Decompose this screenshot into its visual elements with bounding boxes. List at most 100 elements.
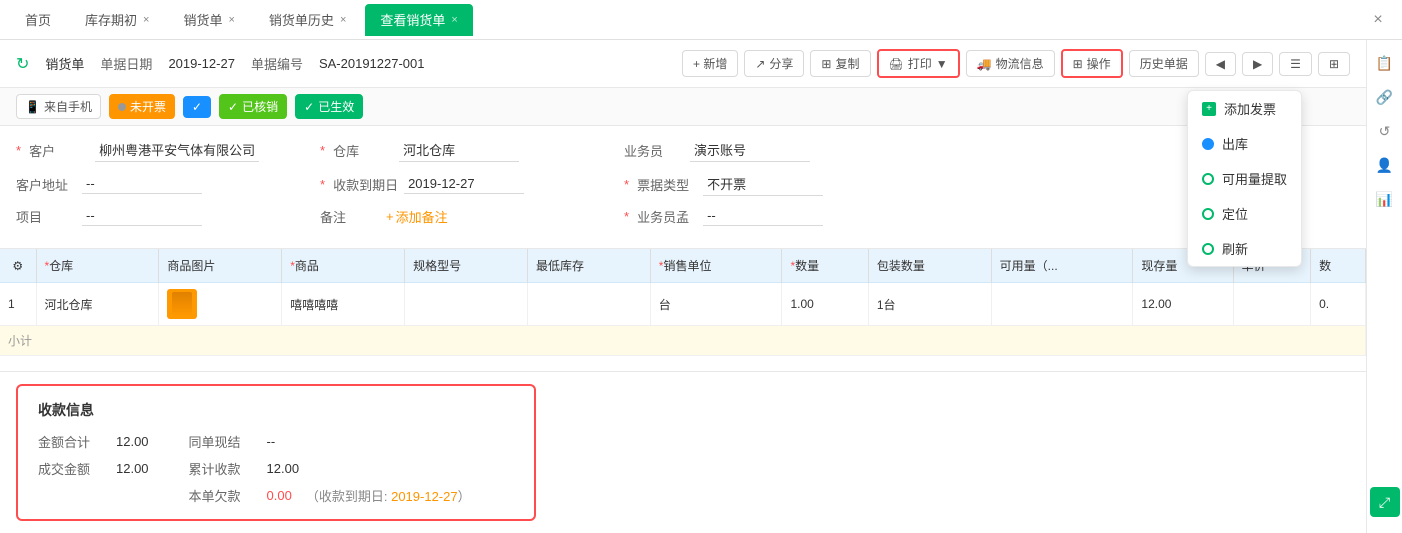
warehouse-value[interactable]: 河北仓库 [399,138,519,162]
project-field: 项目 -- [16,206,296,226]
row-warehouse: 河北仓库 [36,283,159,326]
ticket-type-value[interactable]: 不开票 [703,172,823,196]
payment-date-value[interactable]: 2019-12-27 [404,174,524,194]
payment-total-row: 金额合计 12.00 [38,432,149,451]
tab-view-sales-close[interactable]: × [451,14,457,26]
payment-col-left: 金额合计 12.00 成交金额 12.00 [38,432,149,505]
print-button[interactable]: 🖨 打印 ▼ [877,49,960,78]
tab-home[interactable]: 首页 [10,4,66,36]
salesperson-field: * 业务员孟 -- [624,206,904,226]
table-row: 1 河北仓库 嘻嘻嘻嘻 台 1.00 1台 [0,283,1366,326]
items-table: ⚙ *仓库 商品图片 *商品 规格型号 最低库存 *销售单位 *数量 包装数量 … [0,249,1366,356]
new-button[interactable]: + 新增 [682,50,738,77]
nav-next-button[interactable]: ▶ [1242,52,1273,76]
address-label: 客户地址 [16,175,76,194]
view-list-button[interactable]: ☰ [1279,52,1312,76]
arrears-value: 0.00 [267,488,292,503]
sidebar-icon-refresh[interactable]: ↺ [1370,116,1400,146]
tab-sales-close[interactable]: × [228,14,234,26]
due-date-info: （收款到期日: 2019-12-27） [306,486,471,505]
product-image-inner [172,292,192,316]
row-min-stock [527,283,650,326]
add-invoice-item[interactable]: + 添加发票 [1188,91,1301,126]
history-button[interactable]: 历史单据 [1129,50,1199,77]
row-available [991,283,1133,326]
locate-label: 定位 [1222,204,1248,223]
tab-view-sales[interactable]: 查看销货单 × [365,4,472,36]
share-button[interactable]: ↗ 分享 [744,50,804,77]
tab-sales-label: 销货单 [183,10,222,29]
plus-icon: + [386,209,394,224]
tab-sales-history-close[interactable]: × [340,14,346,26]
payment-date-label: 收款到期日 [333,175,398,194]
check-circle-icon: ✓ [228,100,238,114]
already-effective-button[interactable]: ✓ 已生效 [295,94,363,119]
row-sales-unit: 台 [650,283,782,326]
row-pack-qty: 1台 [868,283,991,326]
refresh-item[interactable]: 刷新 [1188,231,1301,266]
customer-value[interactable]: 柳州粤港平安气体有限公司 [95,138,259,162]
copy-button[interactable]: ⊞ 复制 [810,50,870,77]
payment-rows: 金额合计 12.00 成交金额 12.00 同单现结 -- [38,432,514,505]
salesperson-value[interactable]: -- [703,206,823,226]
tab-sales-history[interactable]: 销货单历史 × [254,4,361,36]
project-value[interactable]: -- [82,206,202,226]
subtotal-row: 小计 [0,326,1366,356]
col-sales-unit: *销售单位 [650,249,782,283]
total-value: 12.00 [116,434,149,449]
toolbar-row2: 📱 来自手机 未开票 ✓ ✓ 已核销 ✓ 已生效 [0,88,1366,126]
ticket-type-required: * [624,177,629,192]
payment-cumulative-row: 累计收款 12.00 [189,459,471,478]
from-mobile-button[interactable]: 📱 来自手机 [16,94,101,119]
tab-sales[interactable]: 销货单 × [168,4,249,36]
salesperson-label: 业务员孟 [637,207,697,226]
logistics-button[interactable]: 🚚 物流信息 [966,50,1055,77]
sidebar-icon-user[interactable]: 👤 [1370,150,1400,180]
operations-dropdown: + 添加发票 出库 可用量提取 定位 刷新 [1187,90,1302,267]
outbound-item[interactable]: 出库 [1188,126,1301,161]
sidebar-icon-expand[interactable]: ⤢ [1370,487,1400,517]
employee-field: 业务员 演示账号 [624,138,904,162]
tab-view-sales-label: 查看销货单 [380,10,445,29]
cumulative-label: 累计收款 [189,459,259,478]
tab-home-label: 首页 [25,10,51,29]
available-qty-item[interactable]: 可用量提取 [1188,161,1301,196]
mobile-icon: 📱 [25,100,40,114]
warehouse-required: * [320,143,325,158]
tab-sales-history-label: 销货单历史 [269,10,334,29]
refresh-label: 刷新 [1222,239,1248,258]
customer-field: * 客户 柳州粤港平安气体有限公司 [16,138,296,162]
payment-transaction-row: 成交金额 12.00 [38,459,149,478]
date-value: 2019-12-27 [168,56,235,71]
not-open-button[interactable]: 未开票 [109,94,175,119]
sidebar-icon-chart[interactable]: 📊 [1370,184,1400,214]
sidebar-icon-link[interactable]: 🔗 [1370,82,1400,112]
locate-item[interactable]: 定位 [1188,196,1301,231]
col-settings[interactable]: ⚙ [0,249,36,283]
nav-prev-button[interactable]: ◀ [1205,52,1236,76]
warehouse-field: * 仓库 河北仓库 [320,138,600,162]
add-invoice-icon: + [1202,102,1216,116]
operations-button[interactable]: ⊞ 操作 [1061,49,1123,78]
tab-inventory[interactable]: 库存期初 × [70,4,164,36]
address-value[interactable]: -- [82,174,202,194]
col-image: 商品图片 [159,249,282,283]
check-button[interactable]: ✓ [183,96,211,118]
view-grid-button[interactable]: ⊞ [1318,52,1350,76]
doc-title: 销货单 [45,54,84,73]
transaction-label: 成交金额 [38,459,108,478]
window-close-button[interactable]: × [1364,6,1392,34]
number-value: SA-20191227-001 [319,56,425,71]
add-note-button[interactable]: + 添加备注 [386,207,448,226]
row-index: 1 [0,283,36,326]
ticket-type-field: * 票据类型 不开票 [624,172,904,196]
salesperson-required: * [624,209,629,224]
product-image [167,289,197,319]
col-warehouse: *仓库 [36,249,159,283]
row-product[interactable]: 嘻嘻嘻嘻 [282,283,405,326]
already-cancelled-button[interactable]: ✓ 已核销 [219,94,287,119]
sidebar-icon-doc[interactable]: 📋 [1370,48,1400,78]
outbound-label: 出库 [1222,134,1248,153]
payment-date-field: * 收款到期日 2019-12-27 [320,174,600,194]
tab-inventory-close[interactable]: × [143,14,149,26]
